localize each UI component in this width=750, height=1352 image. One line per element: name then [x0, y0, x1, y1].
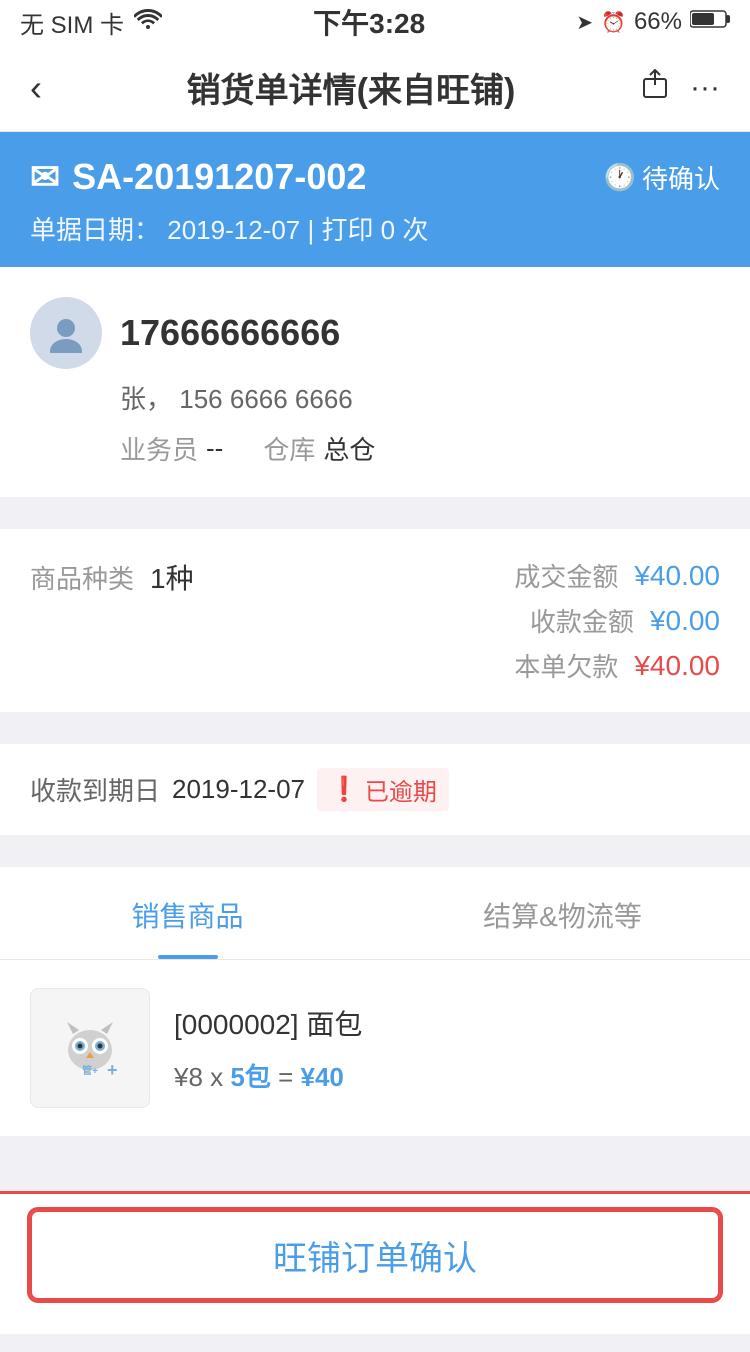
- salesperson-value: --: [206, 433, 223, 464]
- divider-2: [0, 728, 750, 744]
- salesperson-item: 业务员 --: [120, 430, 223, 467]
- sim-text: 无 SIM 卡: [20, 5, 124, 40]
- order-status: 🕐 待确认: [604, 159, 720, 196]
- nav-bar: ‹ 销货单详情(来自旺铺) ···: [0, 44, 750, 132]
- product-info: [0000002] 面包 ¥8 x 5包 = ¥40: [174, 1003, 720, 1094]
- category-label: 商品种类: [30, 559, 134, 596]
- tab-sales-products[interactable]: 销售商品: [0, 867, 375, 959]
- received-value: ¥0.00: [650, 605, 720, 637]
- battery-level: 66%: [634, 8, 682, 36]
- warehouse-label: 仓库: [263, 430, 315, 467]
- received-amount-row: 收款金额 ¥0.00: [530, 602, 720, 639]
- due-date-label: 收款到期日: [30, 771, 160, 808]
- category-value: 1种: [150, 557, 194, 597]
- product-total: ¥40: [301, 1062, 344, 1092]
- back-button[interactable]: ‹: [30, 67, 62, 109]
- customer-card: 17666666666 张， 156 6666 6666 业务员 -- 仓库 总…: [0, 267, 750, 497]
- status-left: 无 SIM 卡: [20, 5, 162, 40]
- clock-icon: 🕐: [604, 162, 636, 193]
- customer-contact: 张， 156 6666 6666: [120, 379, 720, 416]
- share-button[interactable]: [640, 69, 670, 107]
- product-name: [0000002] 面包: [174, 1003, 720, 1043]
- confirm-btn-container: 旺铺订单确认: [0, 1191, 750, 1334]
- customer-row: 17666666666: [30, 297, 720, 369]
- owed-amount-row: 本单欠款 ¥40.00: [514, 647, 720, 684]
- order-banner-top: ✉ SA-20191207-002 🕐 待确认: [30, 156, 720, 198]
- multiply-sign: x: [210, 1062, 230, 1092]
- product-thumbnail: + 管+: [30, 988, 150, 1108]
- table-row: + 管+ [0000002] 面包 ¥8 x 5包 = ¥40: [0, 960, 750, 1136]
- owed-label: 本单欠款: [514, 647, 618, 684]
- salesperson-label: 业务员: [120, 430, 198, 467]
- order-banner: ✉ SA-20191207-002 🕐 待确认 单据日期： 2019-12-07…: [0, 132, 750, 267]
- nav-actions: ···: [640, 69, 720, 107]
- summary-right: 成交金额 ¥40.00 收款金额 ¥0.00 本单欠款 ¥40.00: [514, 557, 720, 684]
- tabs-container: 销售商品 结算&物流等: [0, 867, 750, 960]
- tab-settlement[interactable]: 结算&物流等: [375, 867, 750, 959]
- more-button[interactable]: ···: [690, 71, 720, 105]
- confirm-button[interactable]: 旺铺订单确认: [30, 1210, 720, 1300]
- status-right: ➤ ⏰ 66%: [576, 8, 730, 36]
- divider-3: [0, 851, 750, 867]
- svg-text:管+: 管+: [82, 1064, 98, 1077]
- product-logo: + 管+: [55, 1018, 125, 1078]
- received-label: 收款金额: [530, 602, 634, 639]
- order-date: 单据日期： 2019-12-07 | 打印 0 次: [30, 210, 720, 247]
- customer-phone: 17666666666: [120, 312, 340, 354]
- deal-amount-label: 成交金额: [514, 557, 618, 594]
- overdue-badge: ❗ 已逾期: [317, 768, 449, 811]
- order-id: ✉ SA-20191207-002: [30, 156, 366, 198]
- alarm-icon: ⏰: [601, 10, 626, 35]
- wifi-icon: [134, 8, 162, 36]
- overdue-icon: ❗: [329, 775, 359, 804]
- divider-1: [0, 513, 750, 529]
- svg-text:+: +: [107, 1060, 118, 1078]
- summary-card: 商品种类 1种 成交金额 ¥40.00 收款金额 ¥0.00 本单欠款 ¥40.…: [0, 529, 750, 712]
- warehouse-item: 仓库 总仓: [263, 430, 375, 467]
- battery-icon: [690, 8, 730, 36]
- avatar: [30, 297, 102, 369]
- product-price-row: ¥8 x 5包 = ¥40: [174, 1057, 720, 1094]
- due-card: 收款到期日 2019-12-07 ❗ 已逾期: [0, 744, 750, 835]
- overdue-text: 已逾期: [365, 772, 437, 807]
- deal-amount-value: ¥40.00: [634, 560, 720, 592]
- product-price: ¥8: [174, 1062, 203, 1092]
- warehouse-value: 总仓: [323, 430, 375, 467]
- status-time: 下午3:28: [313, 2, 425, 42]
- customer-meta: 业务员 -- 仓库 总仓: [120, 430, 720, 467]
- owed-value: ¥40.00: [634, 650, 720, 682]
- location-icon: ➤: [576, 10, 593, 35]
- deal-amount-row: 成交金额 ¥40.00: [514, 557, 720, 594]
- summary-left: 商品种类 1种: [30, 557, 514, 597]
- product-list: + 管+ [0000002] 面包 ¥8 x 5包 = ¥40: [0, 960, 750, 1136]
- product-qty: 5包: [230, 1062, 270, 1092]
- equals-sign: =: [278, 1062, 300, 1092]
- page-title: 销货单详情(来自旺铺): [62, 63, 640, 112]
- status-bar: 无 SIM 卡 下午3:28 ➤ ⏰ 66%: [0, 0, 750, 44]
- due-date-value: 2019-12-07: [172, 774, 305, 805]
- order-icon: ✉: [30, 156, 60, 198]
